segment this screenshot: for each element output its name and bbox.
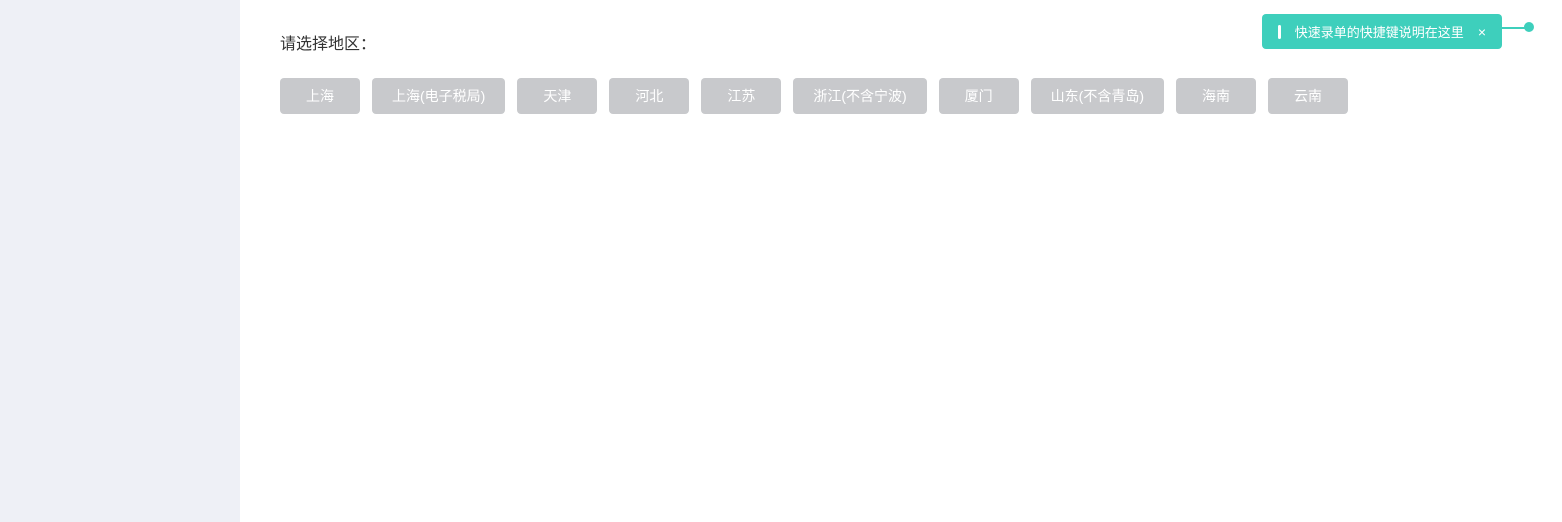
main-content: 请选择地区： 上海上海(电子税局)天津河北江苏浙江(不含宁波)厦门山东(不含青岛… (240, 0, 1562, 522)
region-btn-shandong[interactable]: 山东(不含青岛) (1031, 78, 1164, 114)
region-btn-jiangsu[interactable]: 江苏 (701, 78, 781, 114)
tooltip-dot (1524, 22, 1534, 32)
region-btn-tianjin[interactable]: 天津 (517, 78, 597, 114)
region-buttons-container: 上海上海(电子税局) 天津河北江苏浙江(不含宁波) 厦门山东(不含青岛) 海南云南 (280, 78, 1522, 114)
region-btn-shanghai-etax[interactable]: 上海(电子税局) (372, 78, 505, 114)
tooltip-label: 快速录单的快捷键说明在这里 (1295, 22, 1464, 41)
tooltip-line (1501, 27, 1525, 29)
region-btn-hainan[interactable]: 海南 (1176, 78, 1256, 114)
tooltip-banner: 快速录单的快捷键说明在这里 × (1262, 14, 1502, 49)
region-btn-shanghai[interactable]: 上海 (280, 78, 360, 114)
region-btn-hebei[interactable]: 河北 (609, 78, 689, 114)
region-btn-xiamen[interactable]: 厦门 (939, 78, 1019, 114)
region-btn-zhejiang[interactable]: 浙江(不含宁波) (793, 78, 926, 114)
tooltip-close-button[interactable]: × (1478, 24, 1486, 40)
region-btn-yunnan[interactable]: 云南 (1268, 78, 1348, 114)
left-sidebar (0, 0, 240, 522)
